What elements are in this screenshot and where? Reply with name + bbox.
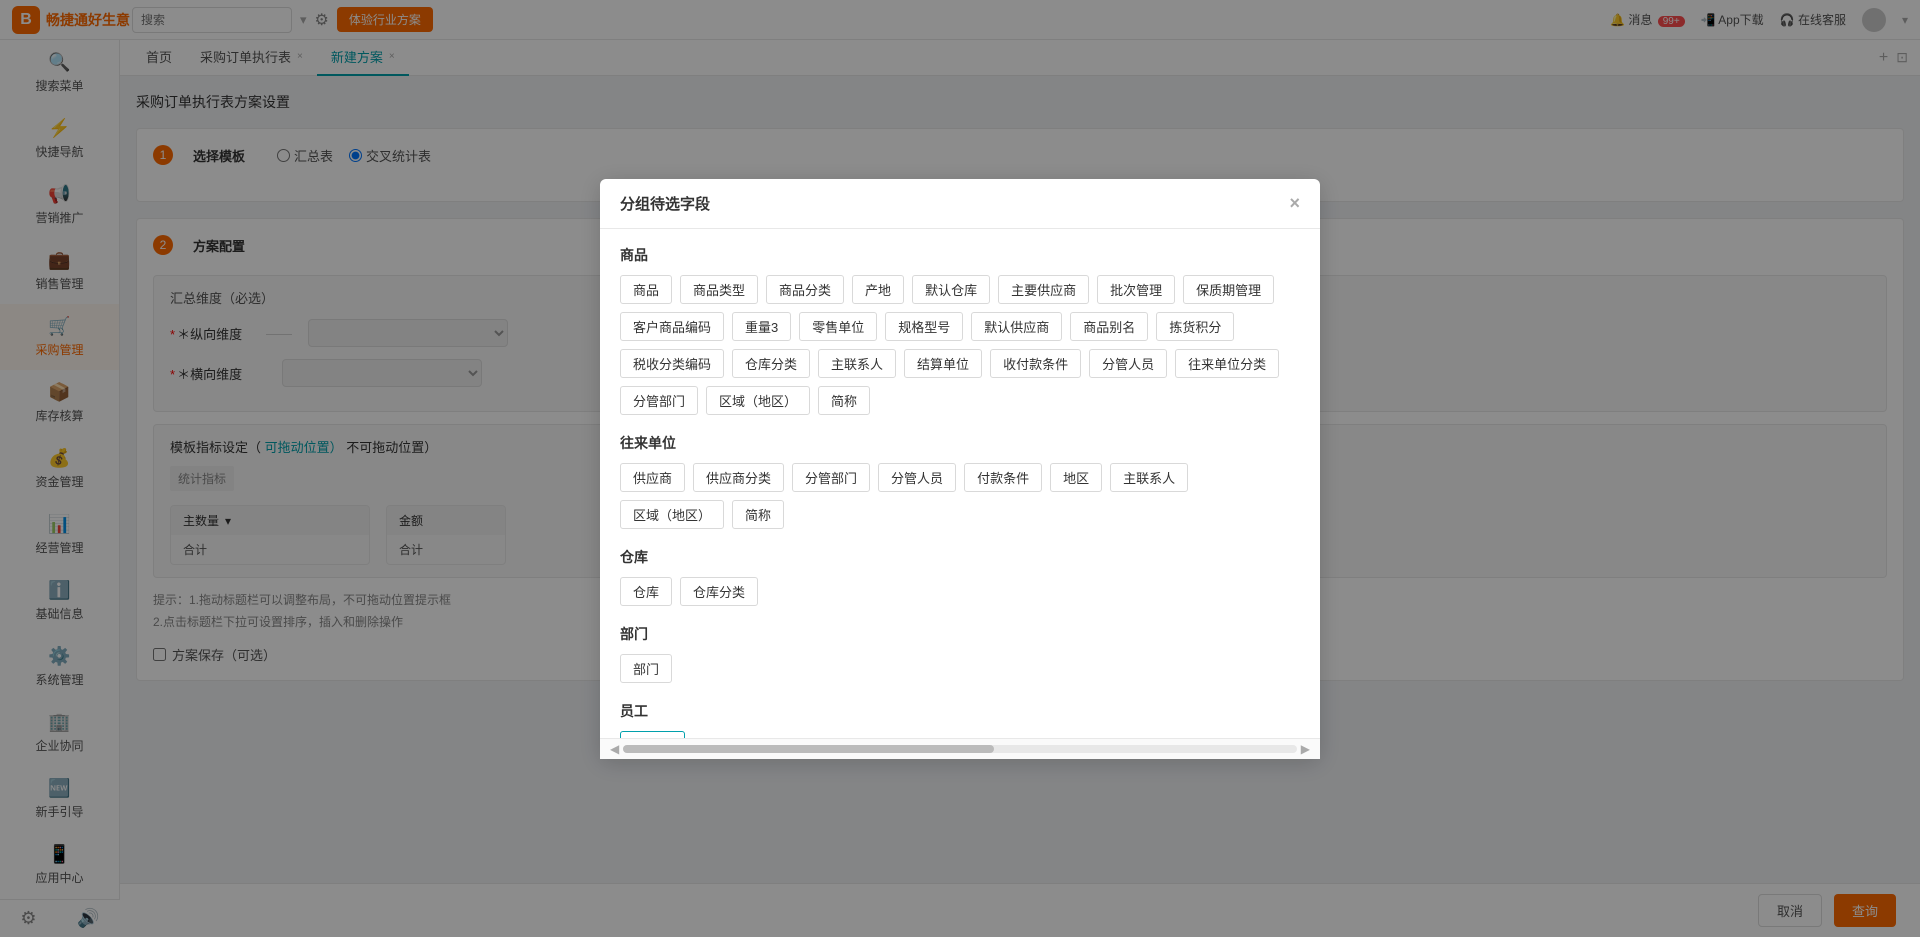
field-tag[interactable]: 付款条件 <box>964 463 1042 492</box>
field-tag[interactable]: 保质期管理 <box>1183 275 1274 304</box>
field-group-counterpart: 往来单位 供应商 供应商分类 分管部门 分管人员 付款条件 地区 主联系人 区域… <box>620 433 1300 529</box>
field-tag[interactable]: 商品分类 <box>766 275 844 304</box>
field-tag[interactable]: 区域（地区） <box>620 500 724 529</box>
field-tag[interactable]: 地区 <box>1050 463 1102 492</box>
modal-close-button[interactable]: × <box>1289 193 1300 214</box>
field-tag[interactable]: 供应商分类 <box>693 463 784 492</box>
field-tag[interactable]: 仓库分类 <box>732 349 810 378</box>
field-tags-employee: 业务员 <box>620 731 1300 738</box>
modal-overlay: 分组待选字段 × 商品 商品 商品类型 商品分类 产地 默认仓库 主要供应商 批… <box>0 0 1920 937</box>
scroll-right-icon[interactable]: ▶ <box>1297 742 1314 756</box>
field-tag[interactable]: 税收分类编码 <box>620 349 724 378</box>
field-tag[interactable]: 业务员 <box>620 731 685 738</box>
field-tag[interactable]: 主联系人 <box>818 349 896 378</box>
field-group-employee-title: 员工 <box>620 701 1300 721</box>
field-tag[interactable]: 分管人员 <box>1089 349 1167 378</box>
field-tag[interactable]: 仓库分类 <box>680 577 758 606</box>
field-tag[interactable]: 简称 <box>732 500 784 529</box>
field-tag[interactable]: 部门 <box>620 654 672 683</box>
field-tag[interactable]: 区域（地区） <box>706 386 810 415</box>
field-tag[interactable]: 供应商 <box>620 463 685 492</box>
modal-scrollbar-row: ◀ ▶ <box>600 738 1320 759</box>
field-tags-warehouse: 仓库 仓库分类 <box>620 577 1300 606</box>
field-tag[interactable]: 分管部门 <box>792 463 870 492</box>
field-group-warehouse-title: 仓库 <box>620 547 1300 567</box>
field-tag[interactable]: 主联系人 <box>1110 463 1188 492</box>
field-tag[interactable]: 结算单位 <box>904 349 982 378</box>
field-tag[interactable]: 仓库 <box>620 577 672 606</box>
field-tag[interactable]: 主要供应商 <box>998 275 1089 304</box>
field-tag[interactable]: 收付款条件 <box>990 349 1081 378</box>
field-tag[interactable]: 客户商品编码 <box>620 312 724 341</box>
scroll-left-icon[interactable]: ◀ <box>606 742 623 756</box>
field-tag[interactable]: 规格型号 <box>885 312 963 341</box>
field-tag[interactable]: 零售单位 <box>799 312 877 341</box>
field-group-product-title: 商品 <box>620 245 1300 265</box>
field-tag[interactable]: 商品别名 <box>1070 312 1148 341</box>
field-tags-department: 部门 <box>620 654 1300 683</box>
field-tag[interactable]: 重量3 <box>732 312 791 341</box>
field-group-department: 部门 部门 <box>620 624 1300 683</box>
field-tag[interactable]: 简称 <box>818 386 870 415</box>
field-tag[interactable]: 分管人员 <box>878 463 956 492</box>
field-tag[interactable]: 产地 <box>852 275 904 304</box>
field-group-warehouse: 仓库 仓库 仓库分类 <box>620 547 1300 606</box>
field-tag[interactable]: 默认供应商 <box>971 312 1062 341</box>
scroll-thumb[interactable] <box>623 745 993 753</box>
field-tag[interactable]: 拣货积分 <box>1156 312 1234 341</box>
field-group-department-title: 部门 <box>620 624 1300 644</box>
field-group-product: 商品 商品 商品类型 商品分类 产地 默认仓库 主要供应商 批次管理 保质期管理… <box>620 245 1300 415</box>
modal-body[interactable]: 商品 商品 商品类型 商品分类 产地 默认仓库 主要供应商 批次管理 保质期管理… <box>600 229 1320 738</box>
modal-dialog: 分组待选字段 × 商品 商品 商品类型 商品分类 产地 默认仓库 主要供应商 批… <box>600 179 1320 759</box>
field-group-counterpart-title: 往来单位 <box>620 433 1300 453</box>
field-tag[interactable]: 商品 <box>620 275 672 304</box>
field-tags-counterpart: 供应商 供应商分类 分管部门 分管人员 付款条件 地区 主联系人 区域（地区） … <box>620 463 1300 529</box>
field-group-employee: 员工 业务员 <box>620 701 1300 738</box>
modal-title: 分组待选字段 <box>620 193 710 214</box>
modal-header: 分组待选字段 × <box>600 179 1320 229</box>
field-tag[interactable]: 往来单位分类 <box>1175 349 1279 378</box>
scroll-track[interactable] <box>623 745 1297 753</box>
field-tag[interactable]: 分管部门 <box>620 386 698 415</box>
field-tag[interactable]: 批次管理 <box>1097 275 1175 304</box>
field-tag[interactable]: 商品类型 <box>680 275 758 304</box>
field-tag[interactable]: 默认仓库 <box>912 275 990 304</box>
field-tags-product: 商品 商品类型 商品分类 产地 默认仓库 主要供应商 批次管理 保质期管理 客户… <box>620 275 1300 415</box>
